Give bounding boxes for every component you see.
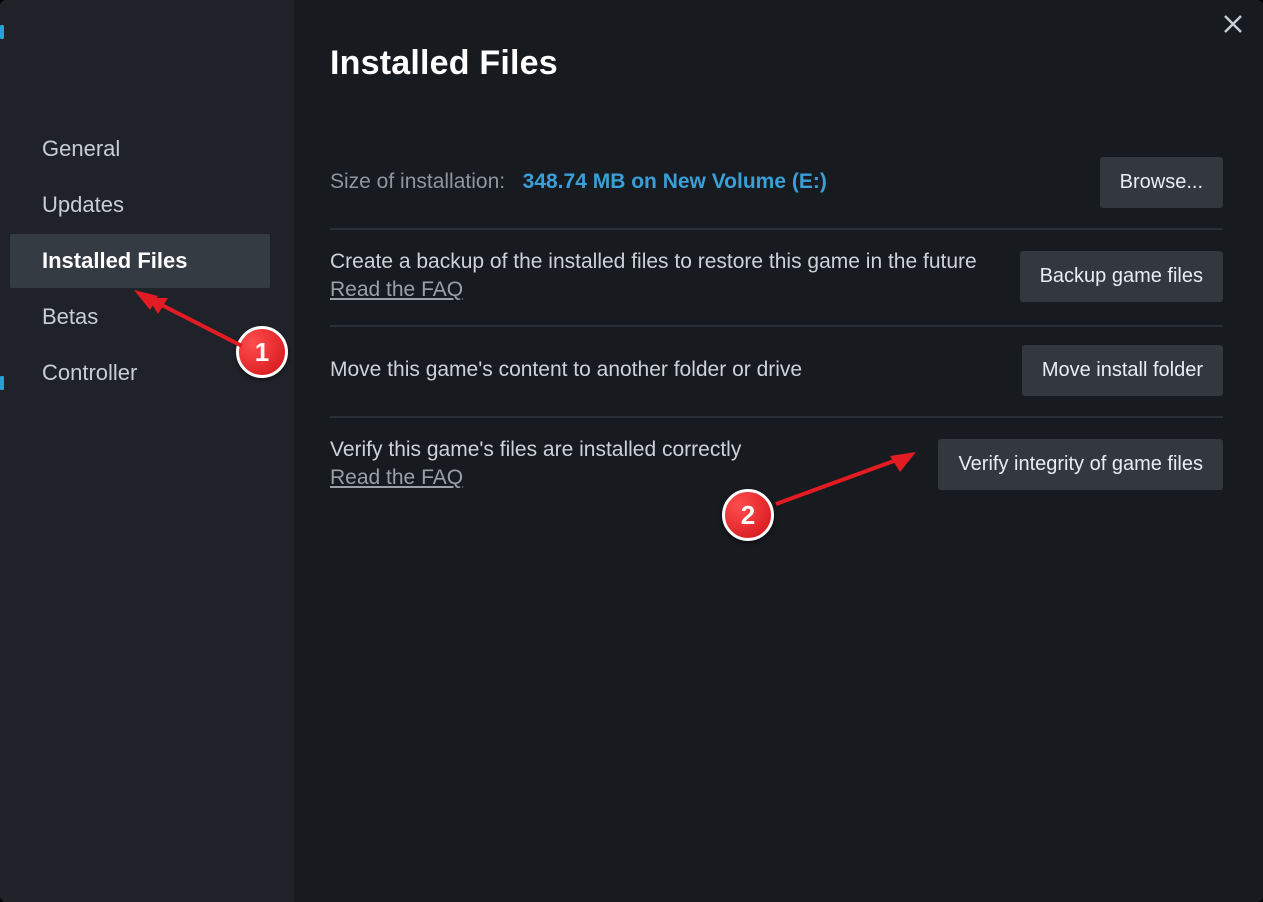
sidebar-item-updates[interactable]: Updates [10,178,270,232]
close-button[interactable] [1219,10,1247,38]
left-edge-tick [0,25,4,39]
backup-text: Create a backup of the installed files t… [330,248,1000,276]
properties-sidebar: General Updates Installed Files Betas Co… [0,0,294,902]
verify-row: Verify this game's files are installed c… [330,416,1223,513]
page-title: Installed Files [330,44,1223,83]
verify-faq-link[interactable]: Read the FAQ [330,466,463,489]
sidebar-item-controller[interactable]: Controller [10,346,270,400]
backup-row: Create a backup of the installed files t… [330,228,1223,325]
close-icon [1223,14,1243,34]
size-value[interactable]: 348.74 MB on New Volume (E:) [523,170,827,193]
backup-faq-link[interactable]: Read the FAQ [330,278,463,301]
size-label: Size of installation: [330,170,505,193]
backup-button[interactable]: Backup game files [1020,251,1223,302]
main-panel: Installed Files Size of installation: 34… [294,0,1263,902]
size-row: Size of installation: 348.74 MB on New V… [330,139,1223,228]
verify-text: Verify this game's files are installed c… [330,436,918,464]
left-edge-tick [0,376,4,390]
browse-button[interactable]: Browse... [1100,157,1223,208]
verify-button[interactable]: Verify integrity of game files [938,439,1223,490]
sidebar-item-installed-files[interactable]: Installed Files [10,234,270,288]
move-button[interactable]: Move install folder [1022,345,1223,396]
move-text: Move this game's content to another fold… [330,356,1002,384]
sidebar-item-betas[interactable]: Betas [10,290,270,344]
sidebar-item-general[interactable]: General [10,122,270,176]
move-row: Move this game's content to another fold… [330,325,1223,416]
